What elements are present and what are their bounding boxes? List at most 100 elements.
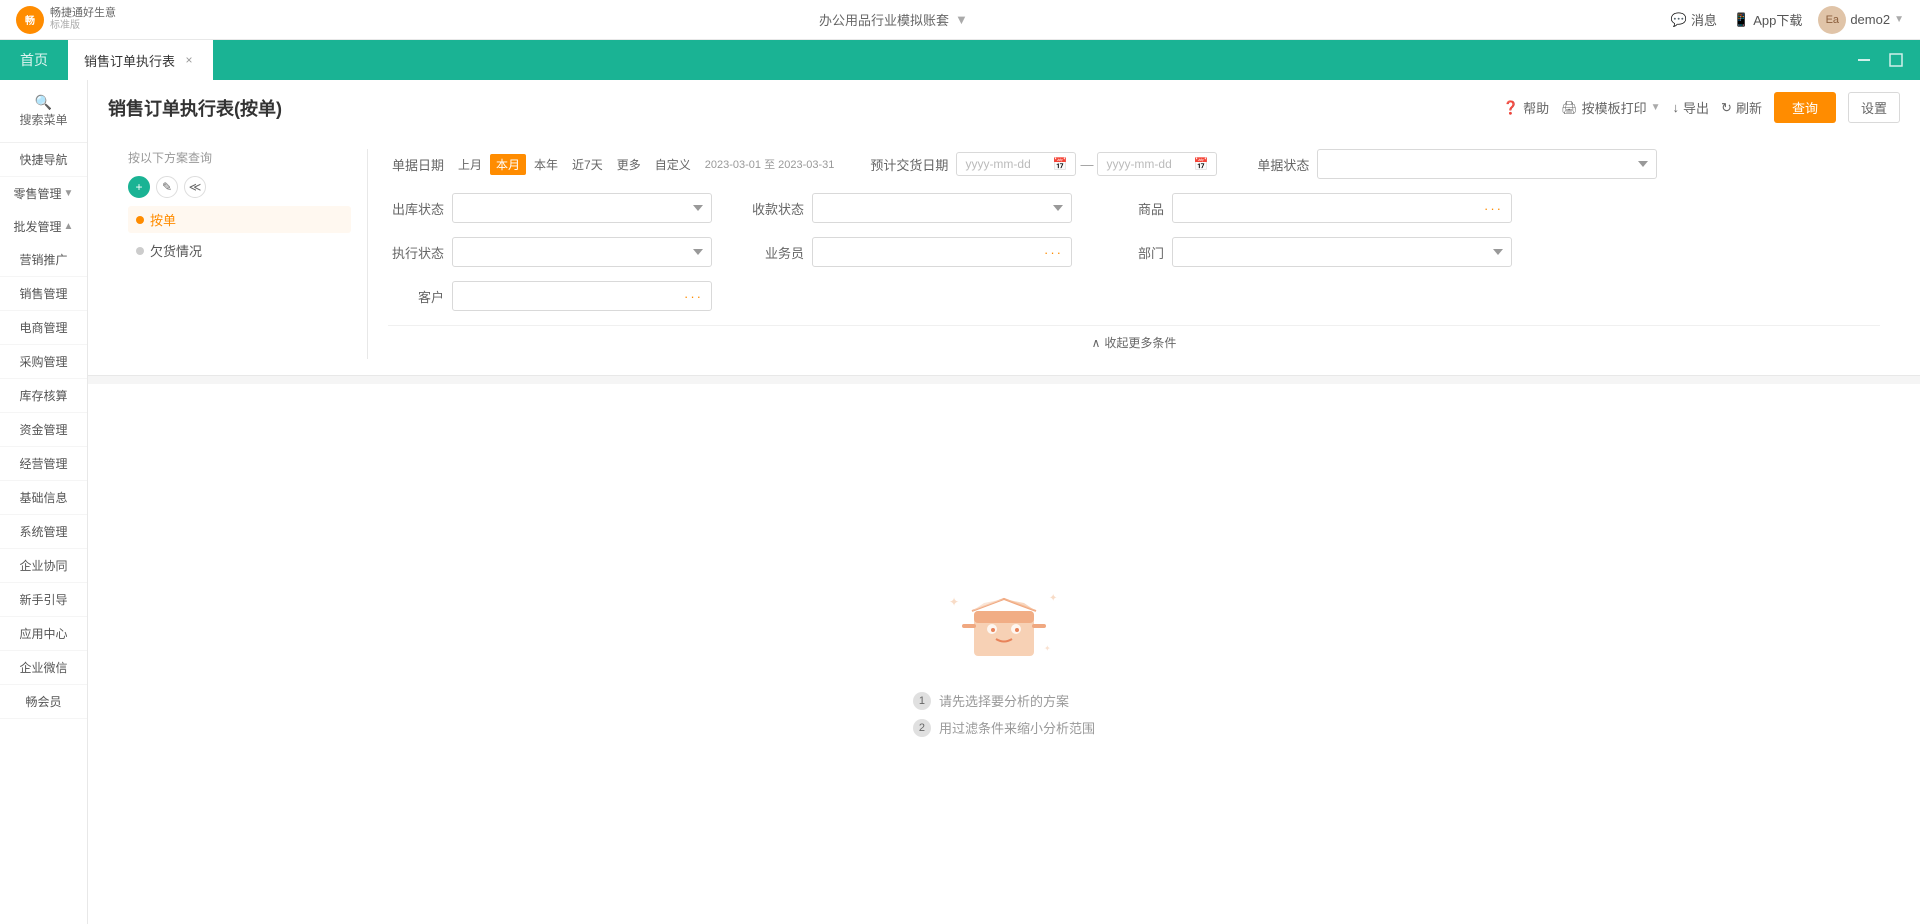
print-btn[interactable]: 🖨 按模板打印 ▼	[1561, 98, 1660, 117]
refresh-icon: ↻	[1721, 100, 1732, 116]
salesperson-input[interactable]: ···	[812, 237, 1072, 267]
sidebar-item-purchase[interactable]: 采购管理	[0, 345, 87, 379]
tab-maximize-btn[interactable]	[1884, 48, 1908, 72]
tab-minimize-btn[interactable]	[1852, 48, 1876, 72]
settings-button[interactable]: 设置	[1848, 92, 1900, 123]
expected-date-group: yyyy-mm-dd 📅 — yyyy-mm-dd 📅	[956, 152, 1217, 176]
tab-home[interactable]: 首页	[0, 40, 68, 80]
empty-tip-2: 2 用过滤条件来缩小分析范围	[913, 718, 1095, 737]
logo-icon: 畅	[16, 6, 44, 34]
content-area: 销售订单执行表(按单) ❓ 帮助 🖨 按模板打印 ▼ ↓ 导出	[88, 80, 1920, 924]
exec-status-label: 执行状态	[388, 243, 444, 262]
date-tab-custom[interactable]: 自定义	[649, 154, 697, 175]
filter-scheme-list: 按单 欠货情况	[128, 206, 351, 264]
doc-status-select[interactable]	[1317, 149, 1657, 179]
chevron-down-icon: ▼	[955, 12, 968, 27]
receipt-status-select[interactable]	[812, 193, 1072, 223]
inactive-dot	[136, 247, 144, 255]
top-bar: 畅 畅捷通好生意 标准版 办公用品行业模拟账套 ▼ 💬 消息 📱 App下载 E…	[0, 0, 1920, 40]
customer-input[interactable]: ···	[452, 281, 712, 311]
export-icon: ↓	[1673, 100, 1680, 115]
add-scheme-btn[interactable]: +	[128, 176, 150, 198]
chevron-down-icon: ▼	[64, 188, 74, 199]
refresh-btn[interactable]: ↻ 刷新	[1721, 98, 1762, 117]
out-status-label: 出库状态	[388, 199, 444, 218]
scheme-item-order[interactable]: 按单	[128, 206, 351, 233]
doc-status-label: 单据状态	[1253, 155, 1309, 174]
goods-dots[interactable]: ···	[1484, 201, 1503, 216]
filter-area: 按以下方案查询 + ✎ ≪ 按单 欠货情况	[108, 133, 1900, 375]
page-title-row: 销售订单执行表(按单) ❓ 帮助 🖨 按模板打印 ▼ ↓ 导出	[108, 92, 1900, 123]
customer-dots[interactable]: ···	[684, 289, 703, 304]
tab-close-icon[interactable]: ×	[181, 52, 197, 68]
expected-date-to[interactable]: yyyy-mm-dd 📅	[1097, 152, 1217, 176]
date-separator: —	[1080, 157, 1093, 172]
dept-select[interactable]	[1172, 237, 1512, 267]
sidebar-item-wechat[interactable]: 企业微信	[0, 651, 87, 685]
sidebar-item-marketing[interactable]: 营销推广	[0, 243, 87, 277]
sidebar-item-member[interactable]: 畅会员	[0, 685, 87, 719]
date-tab-more[interactable]: 更多	[611, 154, 647, 175]
sidebar-item-collab[interactable]: 企业协同	[0, 549, 87, 583]
receipt-status-field: 收款状态	[748, 193, 1072, 223]
date-range-text: 2023-03-01 至 2023-03-31	[705, 156, 835, 172]
date-field: 单据日期 上月 本月 本年 近7天 更多 自定义 2023-03-01 至 20…	[388, 154, 834, 175]
calendar-icon: 📅	[1193, 157, 1208, 171]
scheme-item-backorder[interactable]: 欠货情况	[128, 237, 351, 264]
sidebar-item-quick-nav[interactable]: 快捷导航	[0, 143, 87, 177]
help-icon: ❓	[1503, 100, 1519, 116]
exec-status-select[interactable]	[452, 237, 712, 267]
sidebar-item-retail[interactable]: 零售管理 ▼	[0, 177, 87, 210]
query-button[interactable]: 查询	[1774, 92, 1836, 123]
customer-field: 客户 ···	[388, 281, 712, 311]
filter-row-4: 客户 ···	[388, 281, 1880, 311]
collapse-scheme-btn[interactable]: ≪	[184, 176, 206, 198]
sidebar-item-sales[interactable]: 销售管理	[0, 277, 87, 311]
svg-text:✦: ✦	[949, 595, 959, 609]
date-tab-prev-month[interactable]: 上月	[452, 154, 488, 175]
dept-field: 部门	[1108, 237, 1880, 267]
export-btn[interactable]: ↓ 导出	[1673, 98, 1710, 117]
avatar: Ea	[1818, 6, 1846, 34]
filter-row-1: 单据日期 上月 本月 本年 近7天 更多 自定义 2023-03-01 至 20…	[388, 149, 1880, 179]
top-right: 💬 消息 📱 App下载 Ea demo2 ▼	[1671, 6, 1904, 34]
filter-scheme-panel: 按以下方案查询 + ✎ ≪ 按单 欠货情况	[128, 149, 368, 359]
tab-active[interactable]: 销售订单执行表 ×	[68, 40, 213, 80]
chevron-down-icon: ▼	[1894, 14, 1904, 25]
salesperson-dots[interactable]: ···	[1044, 245, 1063, 260]
expected-date-from[interactable]: yyyy-mm-dd 📅	[956, 152, 1076, 176]
sidebar-item-guide[interactable]: 新手引导	[0, 583, 87, 617]
message-btn[interactable]: 💬 消息	[1671, 10, 1717, 29]
empty-tips: 1 请先选择要分析的方案 2 用过滤条件来缩小分析范围	[913, 691, 1095, 737]
empty-illustration: ✦ ✦ ✦	[944, 571, 1064, 671]
sidebar-search-area: 🔍 搜索菜单	[0, 80, 87, 143]
sidebar-item-basics[interactable]: 基础信息	[0, 481, 87, 515]
sidebar-item-inventory[interactable]: 库存核算	[0, 379, 87, 413]
sidebar-item-system[interactable]: 系统管理	[0, 515, 87, 549]
page-actions: ❓ 帮助 🖨 按模板打印 ▼ ↓ 导出 ↻ 刷新	[1503, 92, 1900, 123]
tip-num-1: 1	[913, 692, 931, 710]
sidebar-item-ecommerce[interactable]: 电商管理	[0, 311, 87, 345]
empty-state: ✦ ✦ ✦ 1 请先选择要分析的方案 2 用过滤条件来缩小分析范围	[88, 384, 1920, 924]
date-label: 单据日期	[388, 155, 444, 174]
sidebar-item-apps[interactable]: 应用中心	[0, 617, 87, 651]
salesperson-field: 业务员 ···	[748, 237, 1072, 267]
date-tab-this-year[interactable]: 本年	[528, 154, 564, 175]
date-tab-7days[interactable]: 近7天	[566, 154, 609, 175]
date-tab-this-month[interactable]: 本月	[490, 154, 526, 175]
edit-scheme-btn[interactable]: ✎	[156, 176, 178, 198]
goods-input[interactable]: ···	[1172, 193, 1512, 223]
sidebar-item-operations[interactable]: 经营管理	[0, 447, 87, 481]
sidebar-item-wholesale[interactable]: 批发管理 ▲	[0, 210, 87, 243]
user-menu[interactable]: Ea demo2 ▼	[1818, 6, 1904, 34]
collapse-btn[interactable]: ∧ 收起更多条件	[1092, 334, 1177, 351]
company-selector[interactable]: 办公用品行业模拟账套 ▼	[819, 10, 968, 29]
search-menu-btn[interactable]: 🔍 搜索菜单	[8, 90, 79, 132]
dept-label: 部门	[1108, 243, 1164, 262]
app-download-btn[interactable]: 📱 App下载	[1733, 10, 1802, 29]
help-btn[interactable]: ❓ 帮助	[1503, 98, 1549, 117]
filter-row-2: 出库状态 收款状态 商品	[388, 193, 1880, 223]
sidebar-item-finance[interactable]: 资金管理	[0, 413, 87, 447]
out-status-select[interactable]	[452, 193, 712, 223]
svg-text:✦: ✦	[1049, 593, 1057, 604]
